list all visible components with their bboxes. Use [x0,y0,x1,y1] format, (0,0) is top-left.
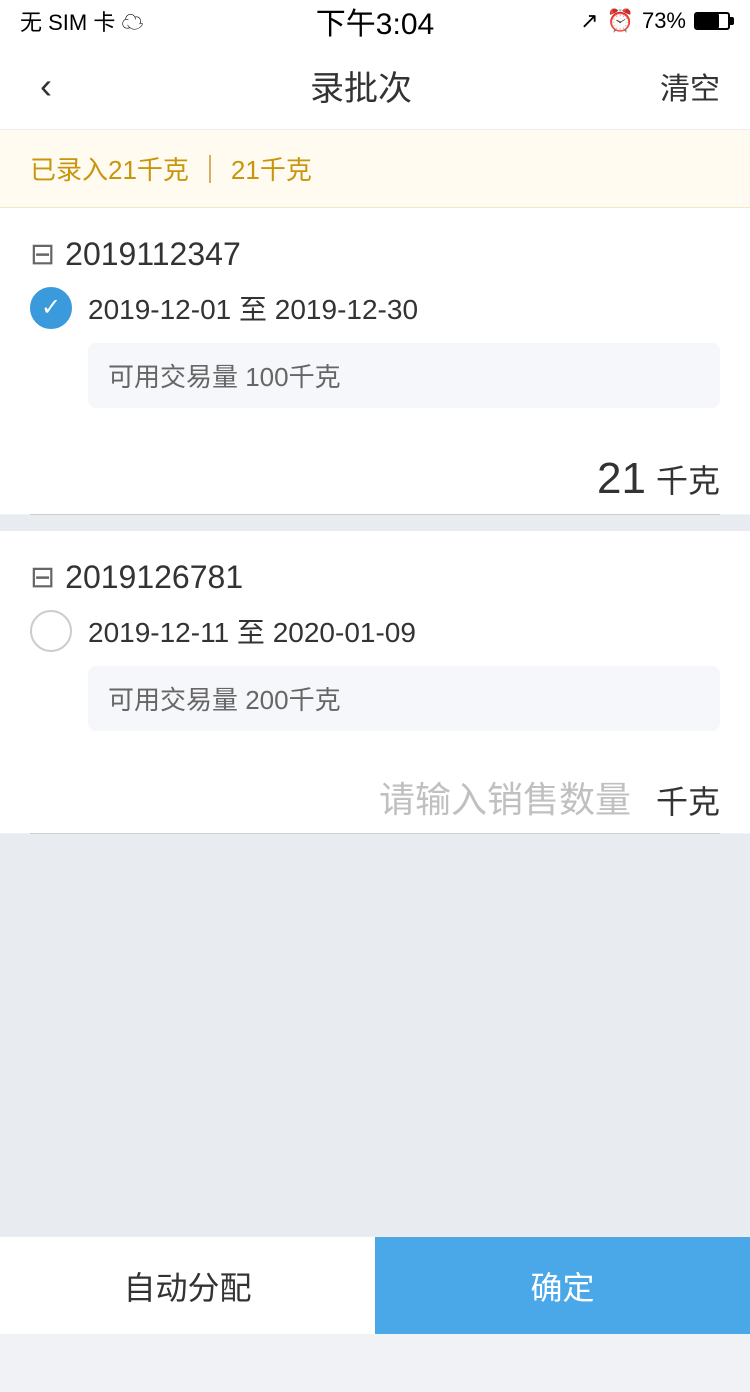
empty-area [0,834,750,1294]
batch-item-2: ⊟ 2019126781 2019-12-11 至 2020-01-09 可用交… [0,531,750,761]
batch-2-icon: ⊟ [30,560,55,595]
status-left: 无 SIM 卡 ☁ [20,5,143,37]
alarm-icon: ⏰ [607,8,634,34]
batch-1-radio[interactable]: ✓ [30,287,72,329]
nav-bar: ‹ 录批次 清空 [0,42,750,130]
batch-1-date: 2019-12-01 至 2019-12-30 [88,288,418,328]
batch-2-header: ⊟ 2019126781 [30,559,720,596]
sim-label: 无 SIM 卡 ☁ [20,5,143,37]
summary-label: 已录入21千克 [30,150,189,187]
back-button[interactable]: ‹ [30,55,62,117]
summary-divider [209,155,211,183]
batch-1-qty-unit: 千克 [656,456,720,502]
batch-2-qty-input[interactable] [30,779,646,821]
status-right: ↗ ⏰ 73% [580,8,730,34]
batch-1-available: 可用交易量 100千克 [88,343,720,408]
clear-button[interactable]: 清空 [660,64,720,108]
confirm-button[interactable]: 确定 [375,1237,750,1334]
status-bar: 无 SIM 卡 ☁ 下午3:04 ↗ ⏰ 73% [0,0,750,42]
check-icon: ✓ [41,296,61,320]
batch-1-header: ⊟ 2019112347 [30,236,720,273]
page-title: 录批次 [310,61,412,110]
section-separator [0,515,750,531]
location-icon: ↗ [580,8,598,34]
batch-1-id: 2019112347 [65,236,241,273]
battery-icon [694,12,730,30]
bottom-bar: 自动分配 确定 [0,1236,750,1334]
batch-2-radio[interactable] [30,610,72,652]
batch-1-qty-row: 21 千克 [0,438,750,514]
batch-1-icon: ⊟ [30,237,55,272]
batch-item-1: ⊟ 2019112347 ✓ 2019-12-01 至 2019-12-30 可… [0,208,750,438]
batch-2-row[interactable]: 2019-12-11 至 2020-01-09 [30,610,720,652]
batch-2-date: 2019-12-11 至 2020-01-09 [88,611,416,651]
summary-bar: 已录入21千克 21千克 [0,130,750,208]
auto-distribute-button[interactable]: 自动分配 [0,1237,375,1334]
batch-1-qty-value: 21 [597,454,646,504]
batch-2-unit: 千克 [656,777,720,823]
batch-1-row[interactable]: ✓ 2019-12-01 至 2019-12-30 [30,287,720,329]
batch-2-id: 2019126781 [65,559,243,596]
battery-percent: 73% [642,8,686,34]
batch-2-available: 可用交易量 200千克 [88,666,720,731]
status-time: 下午3:04 [316,0,434,43]
summary-value: 21千克 [231,150,312,187]
batch-2-input-row[interactable]: 千克 [0,761,750,833]
